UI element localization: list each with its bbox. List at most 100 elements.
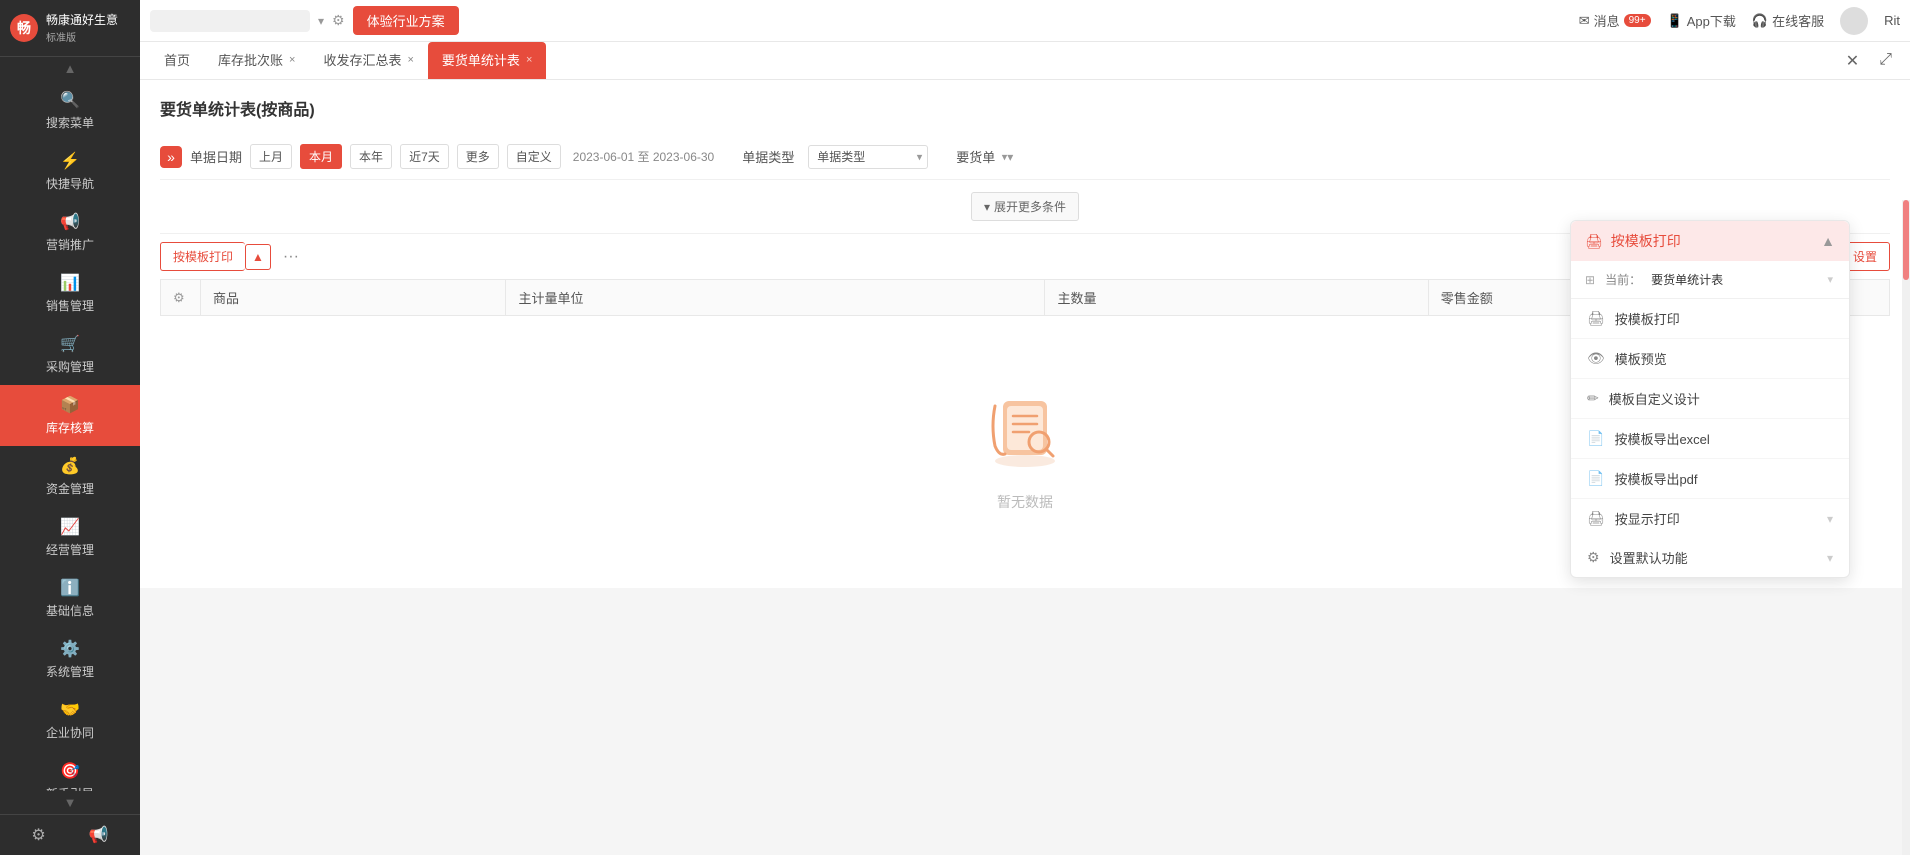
topbar-dropdown-icon[interactable]: ▾ (318, 14, 324, 28)
tab-receipt-summary[interactable]: 收发存汇总表 × (309, 42, 427, 79)
sidebar-footer: ⚙ 📢 (0, 814, 140, 855)
user-avatar[interactable] (1840, 7, 1868, 35)
settings-footer-icon[interactable]: ⚙ (31, 825, 45, 845)
more-options-icon[interactable]: ··· (279, 248, 303, 266)
basic-icon: ℹ️ (60, 578, 80, 598)
dropdown-collapse-icon[interactable]: ▲ (1821, 233, 1835, 249)
yaohuotype-label: 要货单 (956, 147, 995, 166)
sales-icon: 📊 (60, 273, 80, 293)
dropdown-item-template-preview[interactable]: 👁 模板预览 (1571, 339, 1849, 379)
sidebar-item-label-finance: 资金管理 (46, 480, 94, 497)
sidebar-item-label-operations: 经营管理 (46, 541, 94, 558)
date-btn-7days[interactable]: 近7天 (400, 144, 449, 169)
tab-inventory-batch-close[interactable]: × (289, 54, 295, 66)
current-item-label: 当前： (1605, 271, 1641, 288)
sidebar-item-label-basic: 基础信息 (46, 602, 94, 619)
search-nav-icon: 🔍 (60, 90, 80, 110)
sidebar-item-inventory[interactable]: 📦 库存核算 (0, 385, 140, 446)
sidebar-scroll-up[interactable]: ▲ (0, 57, 140, 80)
table-col-settings-icon[interactable]: ⚙ (173, 290, 185, 305)
dropdown-item-export-pdf[interactable]: 📄 按模板导出pdf (1571, 459, 1849, 499)
date-range-text: 2023-06-01 至 2023-06-30 (573, 148, 714, 165)
current-item-icon: ⊞ (1585, 273, 1595, 287)
tab-order-stats[interactable]: 要货单统计表 × (428, 42, 546, 79)
tab-inventory-batch[interactable]: 库存批次账 × (204, 42, 309, 79)
template-print-icon: 🖨 (1587, 310, 1605, 327)
tab-order-stats-close[interactable]: × (526, 54, 532, 66)
sidebar-item-purchase[interactable]: 🛒 采购管理 (0, 324, 140, 385)
messages-btn[interactable]: ✉ 消息 99+ (1579, 11, 1651, 30)
sidebar-item-search[interactable]: 🔍 搜索菜单 (0, 80, 140, 141)
marketing-icon: 📢 (60, 212, 80, 232)
quick-nav-icon: ⚡ (60, 151, 80, 171)
expand-more-btn[interactable]: ▾ 展开更多条件 (971, 192, 1079, 221)
dropdown-item-display-print[interactable]: 🖨 按显示打印 ▾ (1571, 499, 1849, 538)
date-btn-this-year[interactable]: 本年 (350, 144, 392, 169)
tab-home-label: 首页 (164, 50, 190, 69)
set-default-label: 设置默认功能 (1610, 548, 1817, 567)
sidebar-item-label-inventory: 库存核算 (46, 419, 94, 436)
online-service-label: 在线客服 (1772, 11, 1824, 30)
sidebar-item-marketing[interactable]: 📢 营销推广 (0, 202, 140, 263)
yaohuotype-dropdown-icon[interactable]: ▾ (1007, 150, 1013, 164)
display-print-chevron: ▾ (1827, 512, 1833, 526)
current-item-value: 要货单统计表 (1651, 271, 1723, 288)
sidebar-item-system[interactable]: ⚙️ 系统管理 (0, 629, 140, 690)
sidebar-item-finance[interactable]: 💰 资金管理 (0, 446, 140, 507)
tab-maximize-icon[interactable]: ⤢ (1871, 47, 1900, 75)
right-scrollbar[interactable] (1902, 200, 1910, 855)
print-dropdown-overlay: 🖨 按模板打印 ▲ ⊞ 当前： 要货单统计表 ▾ 🖨 按模板打印 👁 模板预览 (1570, 220, 1850, 578)
tab-close-all-icon[interactable]: ✕ (1838, 47, 1867, 75)
sidebar-item-basic[interactable]: ℹ️ 基础信息 (0, 568, 140, 629)
tab-receipt-summary-close[interactable]: × (407, 54, 413, 66)
guide-icon: 🎯 (60, 761, 80, 781)
logo-icon: 畅 (10, 14, 38, 42)
template-preview-label: 模板预览 (1615, 349, 1833, 368)
topbar: ▾ ⚙ 体验行业方案 ✉ 消息 99+ 📱 App下载 🎧 在线客服 Rit (140, 0, 1910, 42)
dropdown-current-item[interactable]: ⊞ 当前： 要货单统计表 ▾ (1571, 261, 1849, 299)
export-pdf-label: 按模板导出pdf (1614, 469, 1833, 488)
dropdown-header: 🖨 按模板打印 ▲ (1571, 221, 1849, 261)
col-unit: 主计量单位 (506, 280, 1045, 316)
print-dropdown-btn[interactable]: ▲ (245, 244, 271, 270)
sidebar-item-cooperation[interactable]: 🤝 企业协同 (0, 690, 140, 751)
expand-more-icon: ▾ (984, 200, 990, 214)
app-download-btn[interactable]: 📱 App下载 (1667, 11, 1736, 30)
topbar-search[interactable] (150, 10, 310, 32)
tab-receipt-summary-label: 收发存汇总表 (323, 50, 401, 69)
operations-icon: 📈 (60, 517, 80, 537)
tab-home[interactable]: 首页 (150, 42, 204, 79)
dropdown-item-template-print[interactable]: 🖨 按模板打印 (1571, 299, 1849, 339)
sidebar: 畅 畅康通好生意 标准版 ▲ 🔍 搜索菜单 ⚡ 快捷导航 📢 营销推广 📊 销售… (0, 0, 140, 855)
print-btn[interactable]: 按模板打印 (160, 242, 245, 271)
speaker-footer-icon[interactable]: 📢 (89, 825, 109, 845)
online-service-btn[interactable]: 🎧 在线客服 (1752, 11, 1824, 30)
sidebar-item-label-search: 搜索菜单 (46, 114, 94, 131)
dropdown-item-export-excel[interactable]: 📄 按模板导出excel (1571, 419, 1849, 459)
experience-btn[interactable]: 体验行业方案 (353, 6, 459, 35)
date-btn-this-month[interactable]: 本月 (300, 144, 342, 169)
template-design-label: 模板自定义设计 (1609, 389, 1833, 408)
current-item-chevron[interactable]: ▾ (1827, 273, 1833, 286)
dropdown-item-set-default[interactable]: ⚙ 设置默认功能 ▾ (1571, 538, 1849, 577)
set-default-chevron: ▾ (1827, 551, 1833, 565)
sidebar-item-quick-nav[interactable]: ⚡ 快捷导航 (0, 141, 140, 202)
dropdown-item-template-design[interactable]: ✏ 模板自定义设计 (1571, 379, 1849, 419)
headset-icon: 🎧 (1752, 13, 1768, 29)
date-btn-last-month[interactable]: 上月 (250, 144, 292, 169)
sidebar-item-label-cooperation: 企业协同 (46, 724, 94, 741)
tabs-actions: ✕ ⤢ (1838, 47, 1900, 75)
date-btn-more[interactable]: 更多 (457, 144, 499, 169)
filter-expand-btn[interactable]: » (160, 146, 182, 168)
date-btn-custom[interactable]: 自定义 (507, 144, 561, 169)
sidebar-item-sales[interactable]: 📊 销售管理 (0, 263, 140, 324)
topbar-gear-icon[interactable]: ⚙ (332, 12, 345, 29)
type-select[interactable]: 单据类型 要货单 (808, 145, 928, 169)
sidebar-scroll-down[interactable]: ▼ (0, 791, 140, 814)
sidebar-item-operations[interactable]: 📈 经营管理 (0, 507, 140, 568)
col-settings: ⚙ (161, 280, 201, 316)
sidebar-item-label-marketing: 营销推广 (46, 236, 94, 253)
message-icon: ✉ (1579, 13, 1590, 29)
sidebar-item-guide[interactable]: 🎯 新手引导 (0, 751, 140, 791)
app-name: 畅康通好生意 (46, 12, 118, 29)
